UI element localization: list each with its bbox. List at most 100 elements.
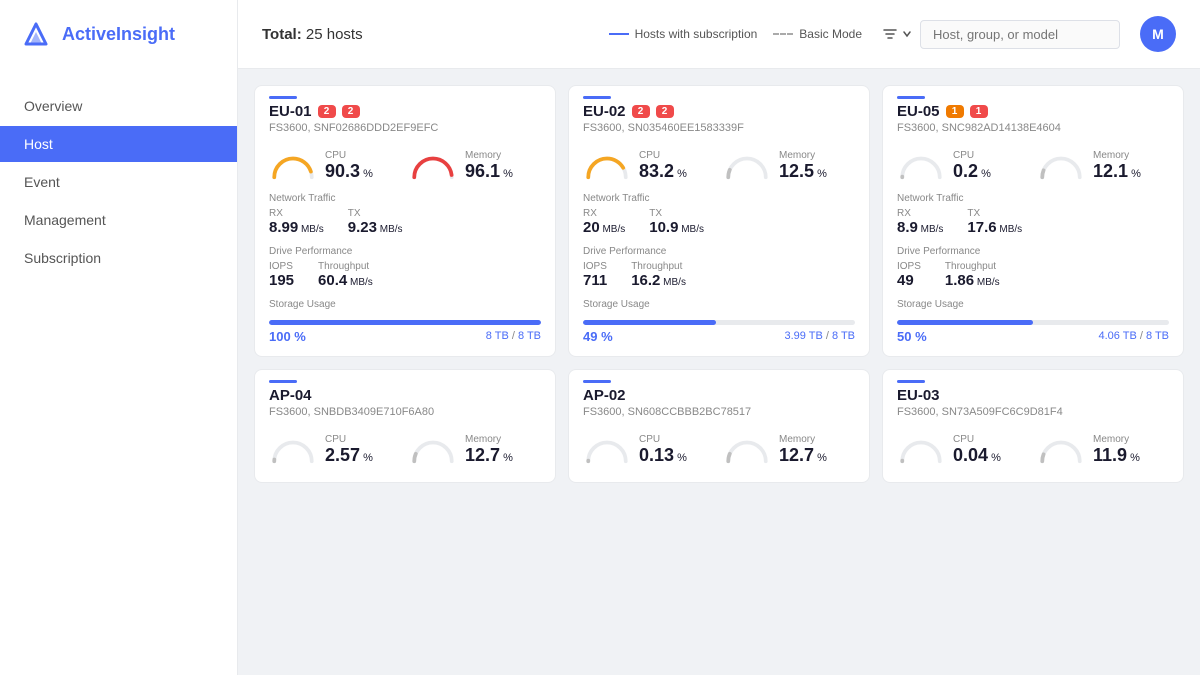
- memory-info: Memory 12.7 %: [465, 434, 513, 467]
- memory-gauge: Memory 96.1 %: [409, 150, 541, 183]
- card-header: AP-04 FS3600, SNBDB3409E710F6A80: [255, 370, 555, 426]
- total-label: Total: 25 hosts: [262, 26, 363, 43]
- metrics-row: CPU 0.2 % Memory 12.1 %: [883, 142, 1183, 187]
- accent-line: [269, 380, 297, 383]
- memory-gauge: Memory 11.9 %: [1037, 434, 1169, 467]
- gauge-svg: [723, 435, 771, 465]
- card-title-row: EU-03: [897, 387, 1169, 404]
- host-card[interactable]: EU-01 22 FS3600, SNF02686DDD2EF9EFC CPU …: [254, 85, 556, 357]
- sidebar-nav: Overview Host Event Management Subscript…: [0, 68, 237, 296]
- storage-bar-fill: [897, 320, 1033, 325]
- network-traffic-label: Network Traffic: [883, 187, 1183, 206]
- host-card[interactable]: AP-04 FS3600, SNBDB3409E710F6A80 CPU 2.5…: [254, 369, 556, 484]
- storage-row: 49 % 3.99 TB / 8 TB: [569, 312, 869, 344]
- gauge-svg: [409, 435, 457, 465]
- gauge-svg: [583, 435, 631, 465]
- host-card[interactable]: AP-02 FS3600, SN608CCBBB2BC78517 CPU 0.1…: [568, 369, 870, 484]
- cpu-gauge: CPU 0.2 %: [897, 150, 1029, 183]
- sidebar-item-event[interactable]: Event: [0, 164, 237, 200]
- cpu-gauge: CPU 83.2 %: [583, 150, 715, 183]
- accent-line: [897, 96, 925, 99]
- filter-area: [882, 20, 1120, 49]
- rx-item: RX 20 MB/s: [583, 208, 625, 236]
- metrics-row: CPU 83.2 % Memory 12.5 %: [569, 142, 869, 187]
- cpu-info: CPU 83.2 %: [639, 150, 687, 183]
- badge: 2: [632, 105, 650, 118]
- storage-usage-label: Storage Usage: [569, 293, 869, 312]
- storage-usage-label: Storage Usage: [255, 293, 555, 312]
- drive-row: IOPS 711 Throughput 16.2 MB/s: [569, 259, 869, 293]
- memory-info: Memory 12.7 %: [779, 434, 827, 467]
- accent-line: [269, 96, 297, 99]
- top-bar-right: Hosts with subscription Basic Mode: [609, 16, 1176, 52]
- badge: 2: [342, 105, 360, 118]
- card-title-row: EU-05 11: [897, 103, 1169, 120]
- badge: 1: [970, 105, 988, 118]
- host-card[interactable]: EU-02 22 FS3600, SN035460EE1583339F CPU …: [568, 85, 870, 357]
- sidebar-item-management[interactable]: Management: [0, 202, 237, 238]
- card-header: EU-01 22 FS3600, SNF02686DDD2EF9EFC: [255, 86, 555, 142]
- storage-size: 8 TB / 8 TB: [486, 330, 541, 342]
- network-traffic-label: Network Traffic: [569, 187, 869, 206]
- legend-subscription: Hosts with subscription: [609, 27, 758, 41]
- badge: 1: [946, 105, 964, 118]
- rx-item: RX 8.99 MB/s: [269, 208, 324, 236]
- memory-info: Memory 12.5 %: [779, 150, 827, 183]
- logo-icon: [20, 18, 52, 50]
- host-serial: FS3600, SNC982AD14138E4604: [897, 122, 1169, 134]
- drive-performance-label: Drive Performance: [883, 240, 1183, 259]
- search-input[interactable]: [920, 20, 1120, 49]
- top-bar: Total: 25 hosts Hosts with subscription …: [238, 0, 1200, 69]
- storage-bar-fill: [269, 320, 541, 325]
- storage-row: 100 % 8 TB / 8 TB: [255, 312, 555, 344]
- badge: 2: [318, 105, 336, 118]
- accent-line: [583, 380, 611, 383]
- throughput-item: Throughput 16.2 MB/s: [631, 261, 686, 289]
- memory-gauge: Memory 12.7 %: [723, 434, 855, 467]
- sidebar-item-overview[interactable]: Overview: [0, 88, 237, 124]
- host-serial: FS3600, SN035460EE1583339F: [583, 122, 855, 134]
- metrics-row: CPU 90.3 % Memory 96.1 %: [255, 142, 555, 187]
- gauge-svg: [897, 151, 945, 181]
- cpu-info: CPU 0.13 %: [639, 434, 687, 467]
- sidebar-item-host[interactable]: Host: [0, 126, 237, 162]
- storage-values: 49 % 3.99 TB / 8 TB: [583, 329, 855, 344]
- sidebar-item-subscription[interactable]: Subscription: [0, 240, 237, 276]
- tx-item: TX 17.6 MB/s: [967, 208, 1022, 236]
- card-title-row: EU-02 22: [583, 103, 855, 120]
- logo-area: ActiveInsight: [0, 0, 237, 68]
- card-title-row: AP-02: [583, 387, 855, 404]
- cpu-info: CPU 0.2 %: [953, 150, 991, 183]
- cpu-info: CPU 90.3 %: [325, 150, 373, 183]
- legend-basic: Basic Mode: [773, 27, 862, 41]
- storage-bar-bg: [897, 320, 1169, 325]
- host-serial: FS3600, SNF02686DDD2EF9EFC: [269, 122, 541, 134]
- gauge-svg: [583, 151, 631, 181]
- host-id: EU-02: [583, 103, 626, 120]
- host-id: EU-03: [897, 387, 940, 404]
- storage-bar-bg: [269, 320, 541, 325]
- throughput-item: Throughput 1.86 MB/s: [945, 261, 1000, 289]
- iops-item: IOPS 49: [897, 261, 921, 289]
- host-serial: FS3600, SN73A509FC6C9D81F4: [897, 406, 1169, 418]
- storage-values: 100 % 8 TB / 8 TB: [269, 329, 541, 344]
- filter-button[interactable]: [882, 26, 912, 42]
- drive-row: IOPS 49 Throughput 1.86 MB/s: [883, 259, 1183, 293]
- card-title-row: AP-04: [269, 387, 541, 404]
- memory-info: Memory 96.1 %: [465, 150, 513, 183]
- storage-bar-fill: [583, 320, 716, 325]
- filter-icon: [882, 26, 898, 42]
- host-card[interactable]: EU-05 11 FS3600, SNC982AD14138E4604 CPU …: [882, 85, 1184, 357]
- cpu-gauge: CPU 0.13 %: [583, 434, 715, 467]
- sidebar: ActiveInsight Overview Host Event Manage…: [0, 0, 238, 675]
- storage-pct: 49 %: [583, 329, 613, 344]
- host-grid: EU-01 22 FS3600, SNF02686DDD2EF9EFC CPU …: [238, 69, 1200, 675]
- host-serial: FS3600, SN608CCBBB2BC78517: [583, 406, 855, 418]
- memory-info: Memory 12.1 %: [1093, 150, 1141, 183]
- legend: Hosts with subscription Basic Mode: [609, 27, 862, 41]
- gauge-svg: [723, 151, 771, 181]
- host-id: EU-05: [897, 103, 940, 120]
- rx-item: RX 8.9 MB/s: [897, 208, 943, 236]
- host-card[interactable]: EU-03 FS3600, SN73A509FC6C9D81F4 CPU 0.0…: [882, 369, 1184, 484]
- storage-usage-label: Storage Usage: [883, 293, 1183, 312]
